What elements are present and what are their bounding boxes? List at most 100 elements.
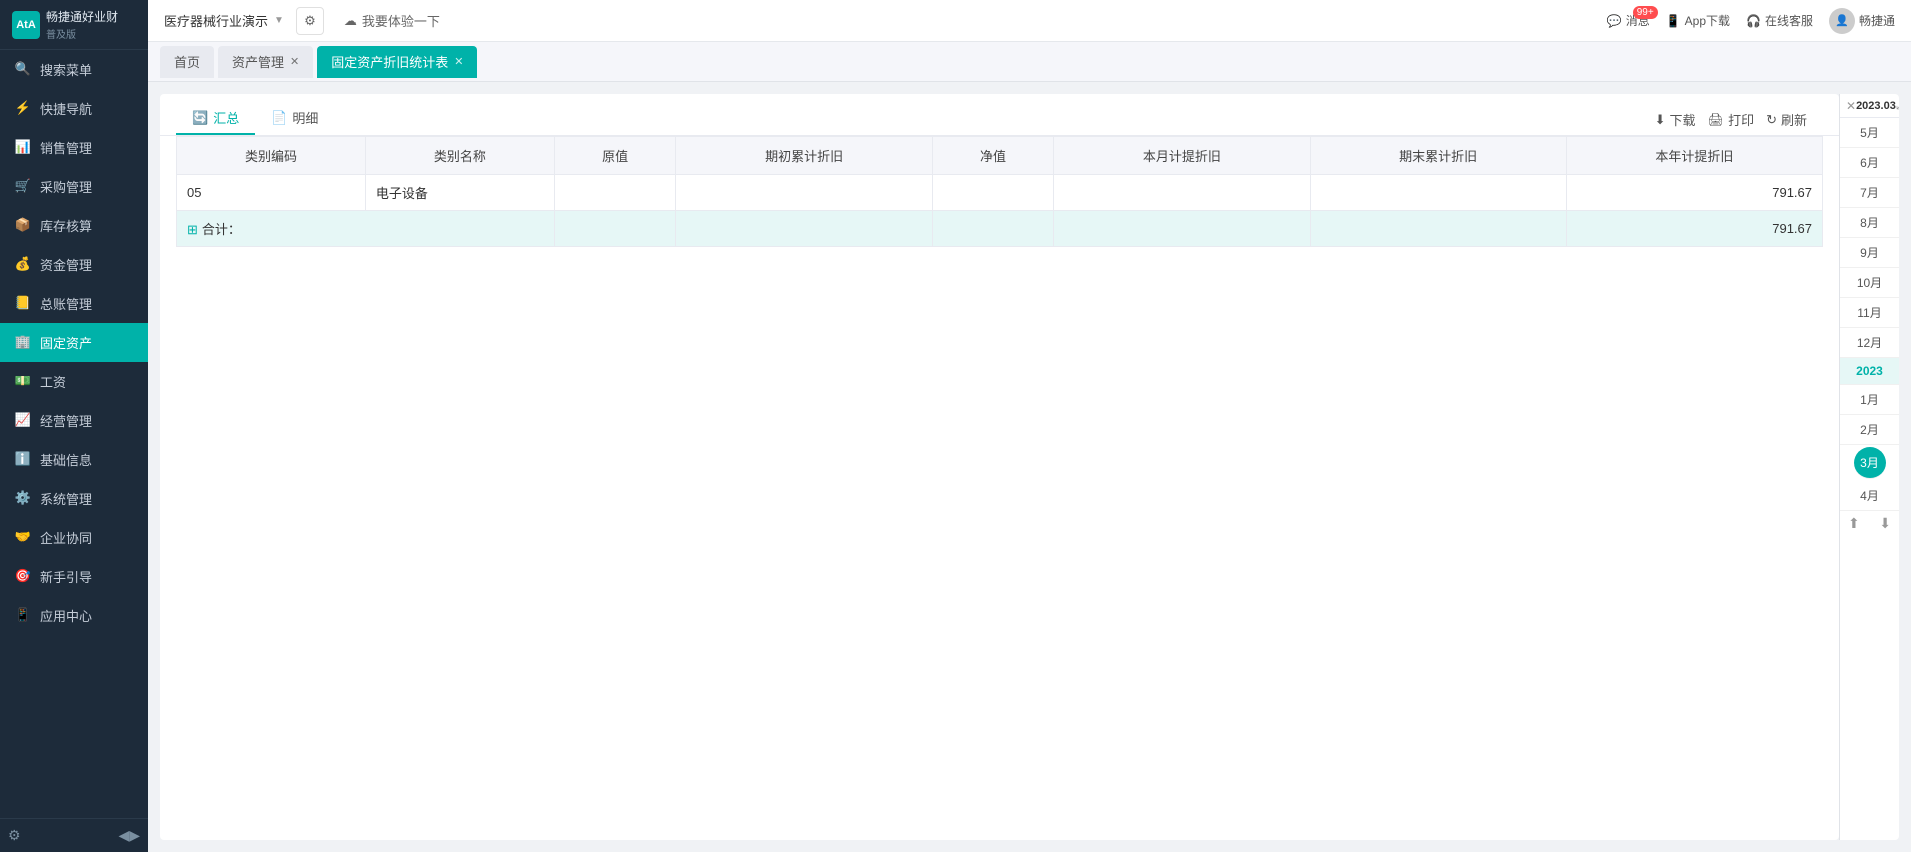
date-panel-year[interactable]: 2023 [1840, 358, 1899, 385]
sidebar-icon-guide: 🎯 [14, 567, 32, 585]
settings-button[interactable]: ⚙ [296, 7, 324, 35]
messages-action[interactable]: 💬 消息 99+ [1607, 12, 1650, 29]
sidebar-item-enterprise[interactable]: 🤝 企业协同 [0, 518, 148, 557]
collapse-sidebar-icon[interactable]: ◀▶ [118, 827, 140, 844]
sidebar-label-enterprise: 企业协同 [40, 528, 92, 547]
table-subtotal-cell [932, 211, 1054, 247]
main-area: 医疗器械行业演示 ▼ ⚙ ☁ 我要体验一下 💬 消息 99+ 📱 App下载 🎧… [148, 0, 1911, 852]
tab-asset-management[interactable]: 资产管理✕ [218, 46, 313, 78]
content-area: 🔄 汇总 📄 明细 ⬇ 下载 🖨 打印 ↻ 刷新 [148, 82, 1911, 852]
online-support-action[interactable]: 🎧 在线客服 [1746, 12, 1813, 29]
sidebar-item-purchase[interactable]: 🛒 采购管理 [0, 167, 148, 206]
sidebar-item-search[interactable]: 🔍 搜索菜单 [0, 50, 148, 89]
sidebar-label-operations: 经营管理 [40, 411, 92, 430]
tab-bar: 首页资产管理✕固定资产折旧统计表✕ [148, 42, 1911, 82]
date-panel-month[interactable]: 4月 [1840, 481, 1899, 511]
sidebar-item-app-center[interactable]: 📱 应用中心 [0, 596, 148, 635]
experience-label: 我要体验一下 [362, 11, 440, 30]
print-button[interactable]: 🖨 打印 [1708, 110, 1755, 129]
date-panel-close-icon[interactable]: ✕ [1846, 99, 1856, 113]
date-panel-month[interactable]: 12月 [1840, 328, 1899, 358]
table-header-row: 类别编码类别名称原值期初累计折旧净值本月计提折旧期末累计折旧本年计提折旧 [177, 137, 1823, 175]
sidebar-item-funds[interactable]: 💰 资金管理 [0, 245, 148, 284]
user-label: 畅捷通 [1859, 12, 1895, 29]
date-panel-month[interactable]: 1月 [1840, 385, 1899, 415]
table-cell [554, 175, 676, 211]
sidebar-label-system: 系统管理 [40, 489, 92, 508]
table-cell: 电子设备 [365, 175, 554, 211]
refresh-label: 刷新 [1781, 110, 1807, 129]
sidebar-item-system[interactable]: ⚙️ 系统管理 [0, 479, 148, 518]
table-subtotal-cell [676, 211, 932, 247]
date-panel-month[interactable]: 3月 [1854, 447, 1886, 479]
sidebar-label-funds: 资金管理 [40, 255, 92, 274]
sidebar-item-fixed-assets[interactable]: 🏢 固定资产 [0, 323, 148, 362]
sidebar-icon-payroll: 💵 [14, 372, 32, 390]
logo-text-block: 畅捷通好业财 普及版 [46, 10, 118, 41]
user-action[interactable]: 👤 畅捷通 [1829, 8, 1895, 34]
download-button[interactable]: ⬇ 下载 [1655, 110, 1696, 129]
sidebar-label-payroll: 工资 [40, 372, 66, 391]
messages-icon: 💬 [1607, 14, 1622, 28]
company-name: 医疗器械行业演示 [164, 11, 268, 30]
date-panel-month[interactable]: 6月 [1840, 148, 1899, 178]
sub-tab-label-summary: 汇总 [213, 108, 239, 127]
table-cell [1054, 175, 1310, 211]
tab-home[interactable]: 首页 [160, 46, 214, 78]
table-subtotal-row: ⊞合计：791.67 [177, 211, 1823, 247]
sidebar-label-app-center: 应用中心 [40, 606, 92, 625]
date-panel: ✕ 2023.03 ⤢ 5月6月7月8月9月10月11月12月20231月2月3… [1839, 94, 1899, 840]
sidebar-item-quick-nav[interactable]: ⚡ 快捷导航 [0, 89, 148, 128]
table-container: 类别编码类别名称原值期初累计折旧净值本月计提折旧期末累计折旧本年计提折旧 05电… [160, 136, 1839, 840]
sidebar-label-sales: 销售管理 [40, 138, 92, 157]
topbar-right: 💬 消息 99+ 📱 App下载 🎧 在线客服 👤 畅捷通 [1607, 8, 1895, 34]
sidebar-item-guide[interactable]: 🎯 新手引导 [0, 557, 148, 596]
sidebar-label-ledger: 总账管理 [40, 294, 92, 313]
company-dropdown-arrow: ▼ [274, 15, 284, 26]
sub-tab-summary[interactable]: 🔄 汇总 [176, 102, 255, 135]
subtotal-icon: ⊞ [187, 222, 198, 237]
date-panel-month[interactable]: 8月 [1840, 208, 1899, 238]
logo-app-sub: 普及版 [46, 26, 118, 41]
date-panel-down-icon[interactable]: ⬇ [1879, 515, 1891, 532]
sidebar-item-sales[interactable]: 📊 销售管理 [0, 128, 148, 167]
sub-tab-detail[interactable]: 📄 明细 [255, 102, 334, 135]
sidebar-icon-sales: 📊 [14, 138, 32, 156]
sidebar-bottom: ⚙ ◀▶ [0, 818, 148, 852]
subtotal-label: 合计： [202, 222, 241, 237]
date-panel-expand-icon[interactable]: ⤢ [1896, 98, 1899, 113]
sidebar-item-operations[interactable]: 📈 经营管理 [0, 401, 148, 440]
sidebar-item-payroll[interactable]: 💵 工资 [0, 362, 148, 401]
date-panel-up-icon[interactable]: ⬆ [1848, 515, 1860, 532]
date-panel-month[interactable]: 7月 [1840, 178, 1899, 208]
table-subtotal-cell: ⊞ 合计： [177, 211, 555, 247]
sidebar-item-basic-info[interactable]: ℹ️ 基础信息 [0, 440, 148, 479]
tab-close-fixed-asset-depreciation[interactable]: ✕ [454, 55, 463, 68]
logo-icon: AtA [12, 11, 40, 39]
sidebar-label-basic-info: 基础信息 [40, 450, 92, 469]
sidebar-label-guide: 新手引导 [40, 567, 92, 586]
date-panel-month[interactable]: 5月 [1840, 118, 1899, 148]
tab-close-asset-management[interactable]: ✕ [290, 55, 299, 68]
sidebar-item-inventory[interactable]: 📦 库存核算 [0, 206, 148, 245]
col-header: 类别编码 [177, 137, 366, 175]
company-selector[interactable]: 医疗器械行业演示 ▼ [164, 11, 284, 30]
tab-label-home: 首页 [174, 52, 200, 71]
date-panel-month[interactable]: 2月 [1840, 415, 1899, 445]
logo-app-name: 畅捷通好业财 [46, 10, 118, 26]
tab-fixed-asset-depreciation[interactable]: 固定资产折旧统计表✕ [317, 46, 477, 78]
depreciation-table: 类别编码类别名称原值期初累计折旧净值本月计提折旧期末累计折旧本年计提折旧 05电… [176, 136, 1823, 247]
date-panel-month[interactable]: 9月 [1840, 238, 1899, 268]
table-cell [676, 175, 932, 211]
user-avatar: 👤 [1829, 8, 1855, 34]
date-panel-month[interactable]: 11月 [1840, 298, 1899, 328]
table-subtotal-cell [1310, 211, 1566, 247]
experience-cloud-icon: ☁ [344, 13, 357, 29]
refresh-button[interactable]: ↻ 刷新 [1766, 110, 1807, 129]
sidebar-item-ledger[interactable]: 📒 总账管理 [0, 284, 148, 323]
app-download-action[interactable]: 📱 App下载 [1666, 12, 1730, 29]
experience-button[interactable]: ☁ 我要体验一下 [344, 11, 440, 30]
col-header: 本年计提折旧 [1566, 137, 1822, 175]
date-panel-month[interactable]: 10月 [1840, 268, 1899, 298]
settings-gear-icon[interactable]: ⚙ [8, 827, 21, 844]
